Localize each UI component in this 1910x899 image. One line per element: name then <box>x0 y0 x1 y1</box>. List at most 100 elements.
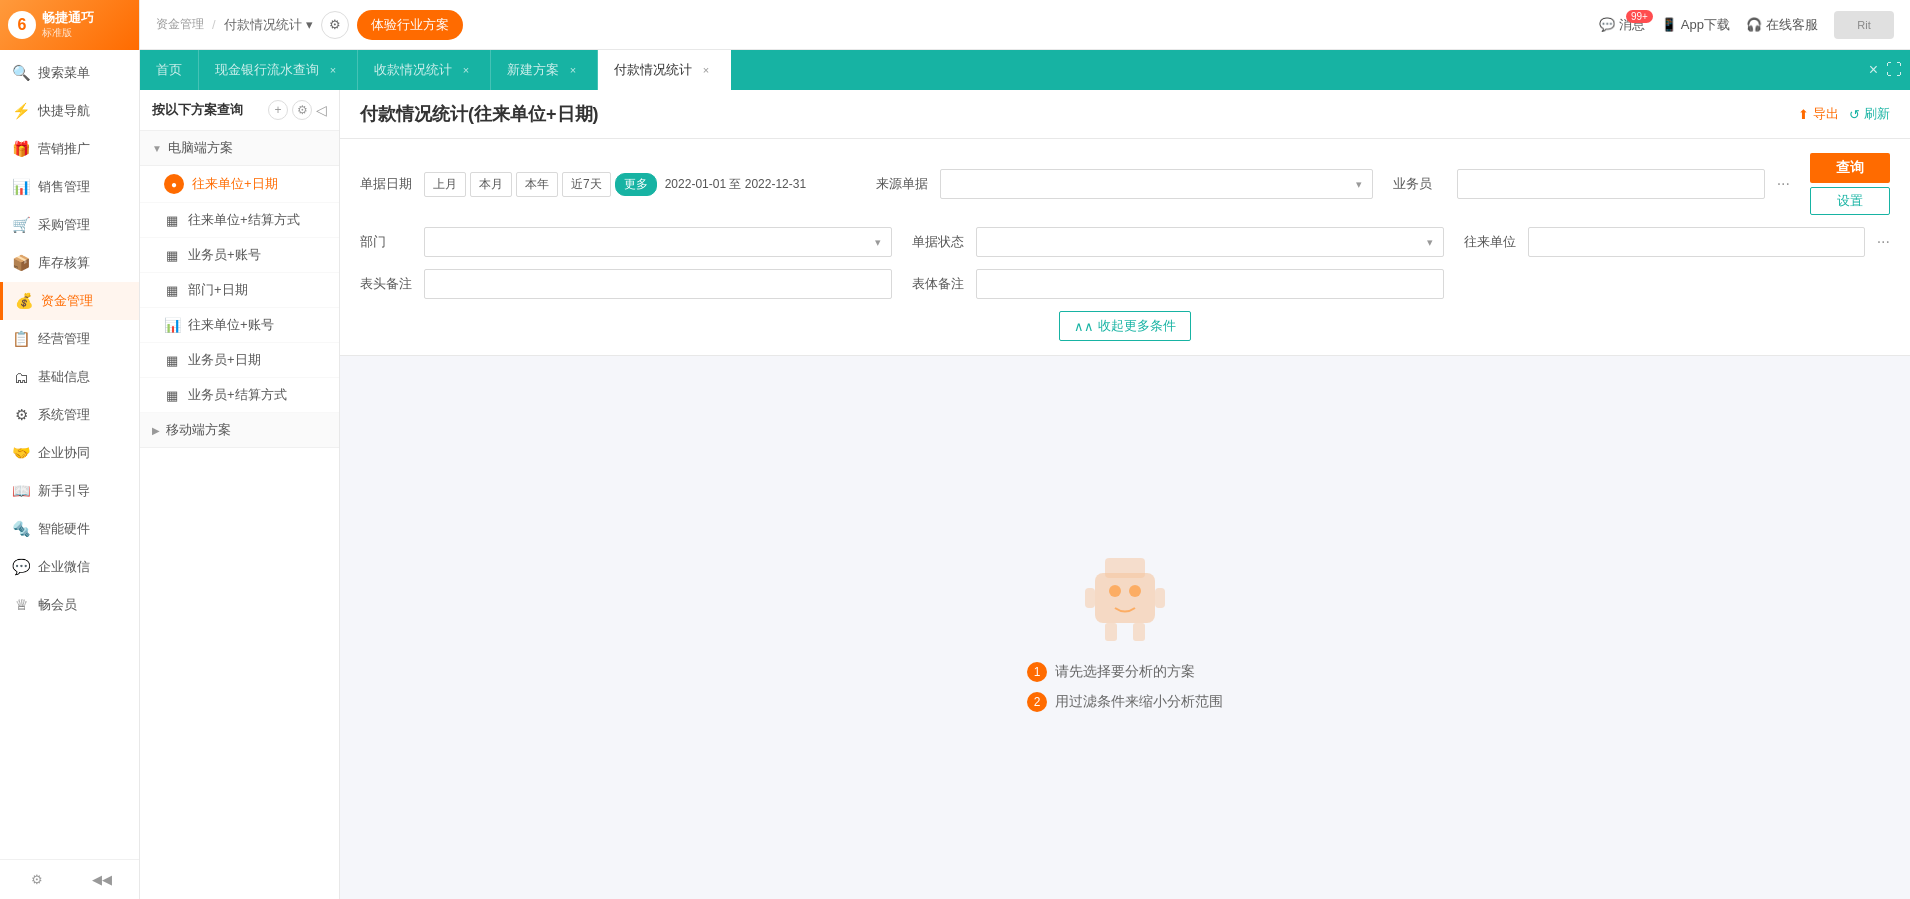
svg-rect-5 <box>1155 588 1165 608</box>
tab-close-new-scheme[interactable]: × <box>565 62 581 78</box>
this-year-btn[interactable]: 本年 <box>516 172 558 197</box>
refresh-btn[interactable]: ↺ 刷新 <box>1849 105 1890 123</box>
tabbar-close-btn[interactable]: × <box>1869 61 1878 79</box>
body-note-label: 表体备注 <box>912 275 968 293</box>
filter-settings-link[interactable]: 设置 <box>1810 187 1890 215</box>
purchase-icon: 🛒 <box>12 216 30 234</box>
scheme-mobile-group-header[interactable]: ▶ 移动端方案 <box>140 413 339 448</box>
filter-item-counterpart: 往来单位 ··· <box>1464 227 1890 257</box>
sidebar-item-marketing[interactable]: 🎁 营销推广 <box>0 130 139 168</box>
sidebar-item-search[interactable]: 🔍 搜索菜单 <box>0 54 139 92</box>
trial-btn[interactable]: 体验行业方案 <box>357 10 463 40</box>
sidebar-item-operations[interactable]: 📋 经营管理 <box>0 320 139 358</box>
online-service-btn[interactable]: 🎧 在线客服 <box>1746 16 1818 34</box>
counterpart-more-btn[interactable]: ··· <box>1877 233 1890 251</box>
system-icon: ⚙ <box>12 406 30 424</box>
tab-collection[interactable]: 收款情况统计 × <box>358 50 491 90</box>
body-note-input[interactable] <box>976 269 1444 299</box>
scheme-item-salesperson-settle[interactable]: ▦ 业务员+结算方式 <box>140 378 339 413</box>
tab-home[interactable]: 首页 <box>140 50 199 90</box>
header-note-input[interactable] <box>424 269 892 299</box>
filter-item-header-note: 表头备注 <box>360 269 892 299</box>
topbar-settings-btn[interactable]: ⚙ <box>321 11 349 39</box>
sidebar-item-purchase[interactable]: 🛒 采购管理 <box>0 206 139 244</box>
filter-item-salesperson: 业务员 ··· <box>1393 169 1790 199</box>
tab-close-collection[interactable]: × <box>458 62 474 78</box>
basic-info-icon: 🗂 <box>12 368 30 386</box>
tabbar-actions: × ⛶ <box>1861 50 1910 90</box>
date-buttons: 上月 本月 本年 近7天 更多 2022-01-01 至 2022-12-31 <box>424 172 806 197</box>
topbar-right: 💬 消息 99+ 📱 App下载 🎧 在线客服 Rit <box>1599 11 1894 39</box>
filter-row-2: 部门 ▾ 单据状态 ▾ 往来单位 <box>360 227 1890 257</box>
scheme-item-counterpart-settle[interactable]: ▦ 往来单位+结算方式 <box>140 203 339 238</box>
sidebar-bottom: ⚙ ◀◀ <box>0 859 139 899</box>
dept-select[interactable]: ▾ <box>424 227 892 257</box>
scheme-item-counterpart-date[interactable]: ● 往来单位+日期 <box>140 166 339 203</box>
sidebar-item-wechat[interactable]: 💬 企业微信 <box>0 548 139 586</box>
sidebar-item-hardware[interactable]: 🔩 智能硬件 <box>0 510 139 548</box>
counterpart-input[interactable] <box>1528 227 1864 257</box>
sidebar-item-quick-nav[interactable]: ⚡ 快捷导航 <box>0 92 139 130</box>
more-btn[interactable]: 更多 <box>615 173 657 196</box>
scheme-add-btn[interactable]: + <box>268 100 288 120</box>
last-month-btn[interactable]: 上月 <box>424 172 466 197</box>
scheme-item-counterpart-account[interactable]: 📊 往来单位+账号 <box>140 308 339 343</box>
active-scheme-indicator: ● <box>164 174 184 194</box>
tab-close-bank-flow[interactable]: × <box>325 62 341 78</box>
tab-payment-stats[interactable]: 付款情况统计 × <box>598 50 731 90</box>
sidebar-item-inventory[interactable]: 📦 库存核算 <box>0 244 139 282</box>
quick-nav-icon: ⚡ <box>12 102 30 120</box>
sidebar-item-guide[interactable]: 📖 新手引导 <box>0 472 139 510</box>
guide-icon: 📖 <box>12 482 30 500</box>
empty-illustration <box>1065 543 1185 646</box>
this-month-btn[interactable]: 本月 <box>470 172 512 197</box>
collapse-more-btn[interactable]: ∧∧ 收起更多条件 <box>1059 311 1191 341</box>
sidebar-collapse-btn[interactable]: ◀◀ <box>74 868 132 891</box>
sidebar-item-basic-info[interactable]: 🗂 基础信息 <box>0 358 139 396</box>
operations-icon: 📋 <box>12 330 30 348</box>
last7-btn[interactable]: 近7天 <box>562 172 611 197</box>
source-select[interactable]: ▾ <box>940 169 1372 199</box>
tab-new-scheme[interactable]: 新建方案 × <box>491 50 598 90</box>
wechat-icon: 💬 <box>12 558 30 576</box>
salesperson-more-btn[interactable]: ··· <box>1777 175 1790 193</box>
messages-badge: 99+ <box>1626 10 1653 23</box>
tabbar-expand-btn[interactable]: ⛶ <box>1886 61 1902 79</box>
empty-hint: 1 请先选择要分析的方案 2 用过滤条件来缩小分析范围 <box>1027 662 1223 712</box>
sidebar-item-system[interactable]: ⚙ 系统管理 <box>0 396 139 434</box>
scheme-item-icon: ▦ <box>164 387 180 403</box>
collapse-row: ∧∧ 收起更多条件 <box>360 311 1890 341</box>
scheme-item-salesperson-date[interactable]: ▦ 业务员+日期 <box>140 343 339 378</box>
scheme-item-dept-date[interactable]: ▦ 部门+日期 <box>140 273 339 308</box>
query-btn[interactable]: 查询 <box>1810 153 1890 183</box>
right-panel: 付款情况统计(往来单位+日期) ⬆ 导出 ↺ 刷新 <box>340 90 1910 899</box>
scheme-collapse-btn[interactable]: ◁ <box>316 102 327 118</box>
sidebar-settings-btn[interactable]: ⚙ <box>8 868 66 891</box>
filter-item-status: 单据状态 ▾ <box>912 227 1444 257</box>
scheme-pc-group-header[interactable]: ▼ 电脑端方案 <box>140 131 339 166</box>
scheme-item-icon: ▦ <box>164 212 180 228</box>
tab-close-payment-stats[interactable]: × <box>698 62 714 78</box>
sidebar-item-member[interactable]: ♕ 畅会员 <box>0 586 139 624</box>
filter-action-btns: 查询 设置 <box>1810 153 1890 215</box>
sidebar-item-sales[interactable]: 📊 销售管理 <box>0 168 139 206</box>
scheme-item-icon: ▦ <box>164 282 180 298</box>
page-header: 付款情况统计(往来单位+日期) ⬆ 导出 ↺ 刷新 <box>340 90 1910 139</box>
filter-item-body-note: 表体备注 <box>912 269 1444 299</box>
status-select[interactable]: ▾ <box>976 227 1444 257</box>
date-label: 单据日期 <box>360 175 416 193</box>
marketing-icon: 🎁 <box>12 140 30 158</box>
messages-btn[interactable]: 💬 消息 99+ <box>1599 16 1645 34</box>
sidebar-item-enterprise[interactable]: 🤝 企业协同 <box>0 434 139 472</box>
breadcrumb-dropdown[interactable]: 付款情况统计 ▾ <box>224 16 313 34</box>
scheme-item-salesperson-account[interactable]: ▦ 业务员+账号 <box>140 238 339 273</box>
export-btn[interactable]: ⬆ 导出 <box>1798 105 1839 123</box>
avatar[interactable]: Rit <box>1834 11 1894 39</box>
tab-bank-flow[interactable]: 现金银行流水查询 × <box>199 50 358 90</box>
sidebar-item-capital[interactable]: 💰 资金管理 <box>0 282 139 320</box>
app-download-btn[interactable]: 📱 App下载 <box>1661 16 1730 34</box>
inventory-icon: 📦 <box>12 254 30 272</box>
topbar-left: 资金管理 / 付款情况统计 ▾ ⚙ 体验行业方案 <box>156 10 1587 40</box>
scheme-settings-btn[interactable]: ⚙ <box>292 100 312 120</box>
salesperson-input[interactable] <box>1457 169 1765 199</box>
